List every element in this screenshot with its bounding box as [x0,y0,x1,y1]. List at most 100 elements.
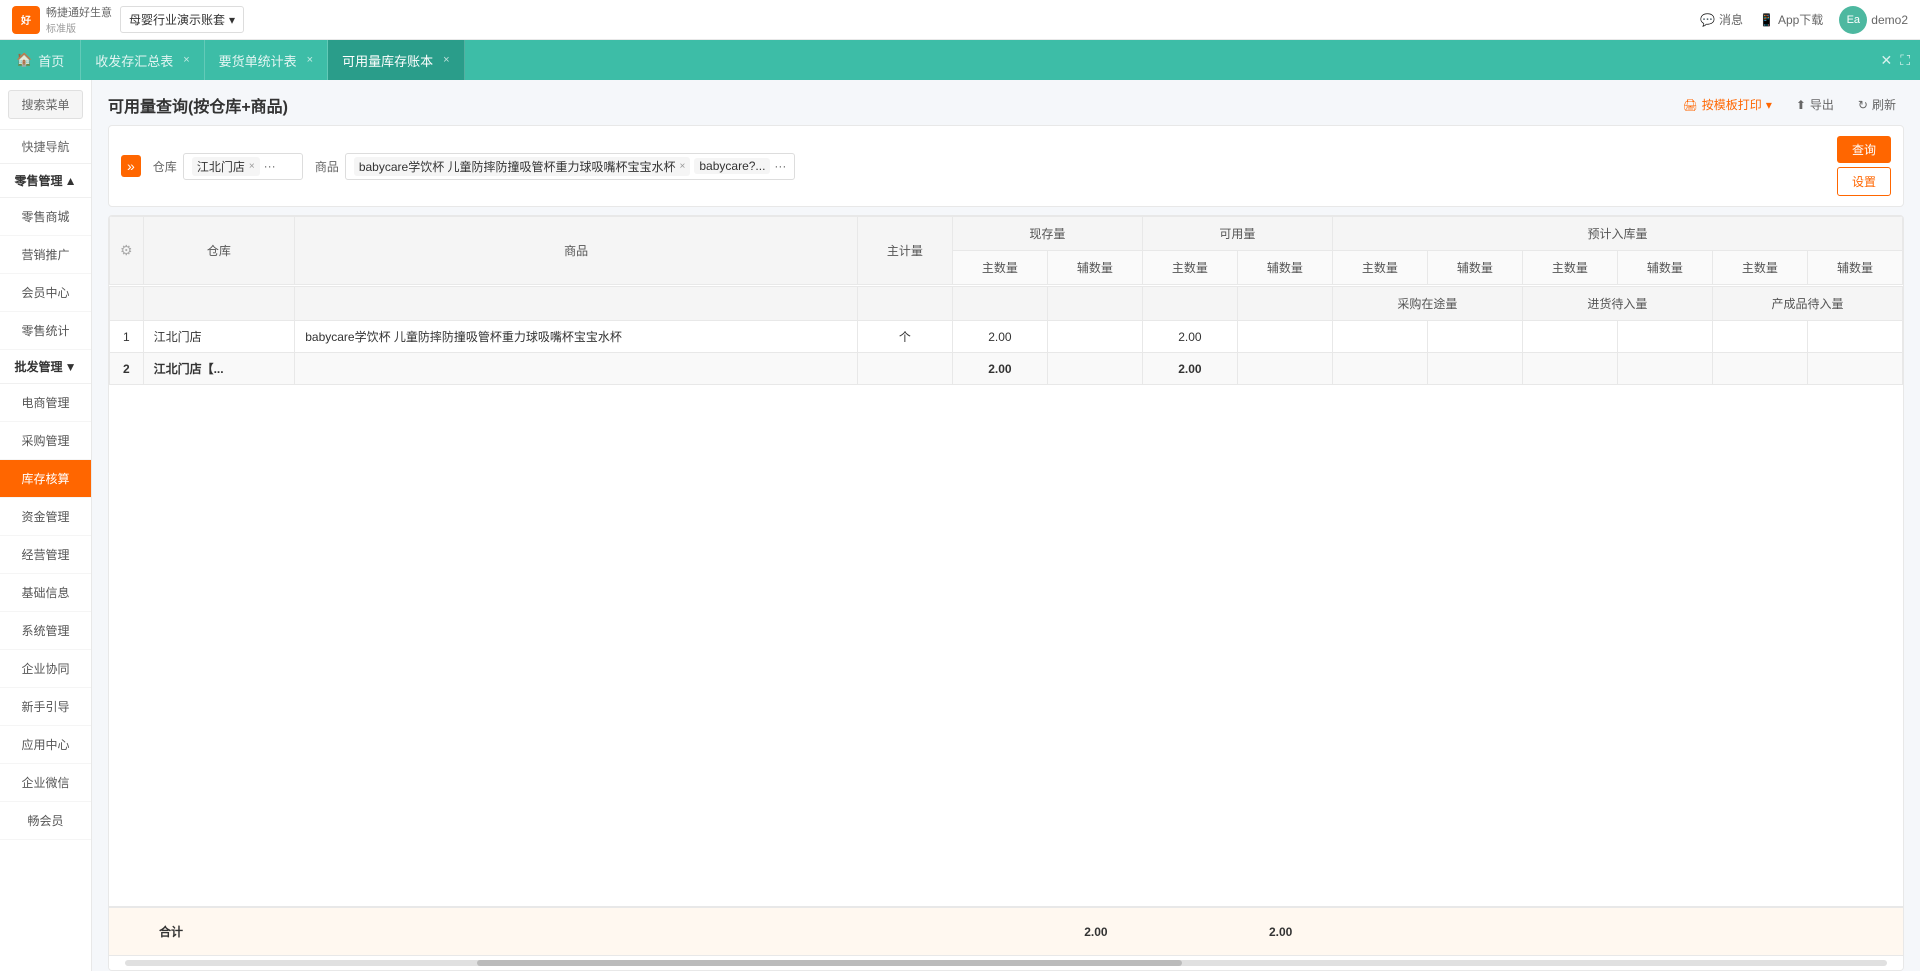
sidebar-item-business-mgmt-label: 经营管理 [21,546,69,563]
window-close-btn[interactable]: ✕ [1880,52,1892,69]
sidebar-item-member-vip[interactable]: 畅会员 [0,802,91,840]
sidebar-item-enterprise-wechat[interactable]: 企业微信 [0,764,91,802]
sidebar-item-member-vip-label: 畅会员 [27,812,63,829]
sidebar-item-wholesale-mgmt[interactable]: 批发管理 ▼ [0,350,91,384]
product-tag1-remove[interactable]: × [680,161,686,172]
th-settings[interactable]: ⚙ [110,217,144,285]
footer-p5 [1733,916,1813,947]
tab-home[interactable]: 🏠 首页 [0,40,81,80]
filter-settings-btn[interactable]: 设置 [1837,167,1891,196]
logo: 好 畅捷通好生意 标准版 [12,4,112,35]
search-menu-btn[interactable]: 搜索菜单 [8,90,83,119]
td-row1-purchase-main [1332,321,1427,353]
footer-label: 合计 [149,916,269,947]
td-row1-avail-aux [1237,321,1332,353]
query-btn[interactable]: 查询 [1837,136,1891,163]
sidebar-item-new-guide[interactable]: 新手引导 [0,688,91,726]
print-btn[interactable]: 🖨 按模板打印 ▾ [1675,92,1780,117]
scroll-thumb[interactable] [477,960,1182,966]
td-row1-incoming-main [1522,321,1617,353]
product-tag1: babycare学饮杯 儿童防摔防撞吸管杯重力球吸嘴杯宝宝水杯 × [354,157,691,176]
logo-text: 畅捷通好生意 [46,4,112,20]
td-row1-index: 1 [110,321,144,353]
sidebar-item-retail-mall[interactable]: 零售商城 [0,198,91,236]
table-scroll-area[interactable]: ⚙ 仓库 商品 主计量 现存量 可用量 预计入库量 主数量 辅数量 [109,216,1903,906]
sidebar-item-app-center[interactable]: 应用中心 [0,726,91,764]
top-bar-right: 💬 消息 📱 App下载 Ea demo2 [1700,6,1908,34]
industry-selector[interactable]: 母婴行业演示账套 ▾ [120,6,244,33]
sidebar-item-inventory-check[interactable]: 库存核算 [0,460,91,498]
sidebar-item-basic-info-label: 基础信息 [21,584,69,601]
chevron-down-icon: ▾ [229,13,235,27]
page-header: 可用量查询(按仓库+商品) 🖨 按模板打印 ▾ ⬆ 导出 ↻ 刷新 [92,80,1920,125]
sidebar-item-retail-mall-label: 零售商城 [21,208,69,225]
export-icon: ⬆ [1796,98,1806,112]
td-row2-incoming-aux [1617,353,1712,385]
footer-avail-main: 2.00 [1228,916,1333,947]
th-incoming-pending-aux: 辅数量 [1617,251,1712,285]
th-product-pending: 产成品待入量 [1712,287,1902,321]
td-row1-incoming-aux [1617,321,1712,353]
th-current-stock: 现存量 [952,217,1142,251]
sidebar-item-purchase-mgmt[interactable]: 采购管理 [0,422,91,460]
th-current-main-qty: 主数量 [952,251,1047,285]
tab-receipt-summary-close[interactable]: × [183,54,189,66]
th-available-aux-qty: 辅数量 [1237,251,1332,285]
industry-label: 母婴行业演示账套 [129,11,225,28]
tab-order-stats-close[interactable]: × [307,54,313,66]
horizontal-scrollbar[interactable] [109,955,1903,970]
chevron-down-icon: ▾ [1766,98,1772,112]
user-menu[interactable]: Ea demo2 [1839,6,1908,34]
td-row2-product-aux [1807,353,1902,385]
product-more-btn[interactable]: ··· [774,159,786,173]
sidebar-item-system-mgmt[interactable]: 系统管理 [0,612,91,650]
tab-available-stock[interactable]: 可用量库存账本 × [328,40,464,80]
warehouse-remove-icon[interactable]: × [249,161,255,172]
th-sub-product-spacer [295,287,858,321]
top-bar-left: 好 畅捷通好生意 标准版 母婴行业演示账套 ▾ [12,4,244,35]
warehouse-tag: 江北门店 × [192,157,260,176]
warehouse-more-btn[interactable]: ··· [264,159,276,173]
th-sub-avail-aux [1237,287,1332,321]
app-download-btn[interactable]: 📱 App下载 [1759,11,1823,28]
quick-nav-btn[interactable]: 快捷导航 [0,130,91,164]
th-sub-curr-main [952,287,1047,321]
avatar-text: Ea [1847,14,1860,26]
product-tag2: babycare?... [694,158,770,174]
sidebar-item-enterprise-collab[interactable]: 企业协同 [0,650,91,688]
th-sub-avail-main [1142,287,1237,321]
sidebar-item-ecommerce[interactable]: 电商管理 [0,384,91,422]
sidebar-item-retail-mgmt[interactable]: 零售管理 ▲ [0,164,91,198]
messages-label: 消息 [1719,11,1743,28]
warehouse-input[interactable]: 江北门店 × ··· [183,153,303,180]
window-expand-btn[interactable]: ⛶ [1900,52,1910,69]
tab-receipt-summary-label: 收发存汇总表 [95,51,173,70]
sidebar-item-business-mgmt[interactable]: 经营管理 [0,536,91,574]
tab-receipt-summary[interactable]: 收发存汇总表 × [81,40,204,80]
th-product: 商品 [295,217,858,285]
td-row2-avail-main: 2.00 [1142,353,1237,385]
refresh-btn[interactable]: ↻ 刷新 [1850,92,1904,117]
footer-curr-aux [1148,916,1228,947]
footer-p4 [1653,916,1733,947]
sidebar-item-purchase-mgmt-label: 采购管理 [21,432,69,449]
filter-toggle-btn[interactable]: » [121,155,141,177]
td-row2-purchase-aux [1427,353,1522,385]
footer-product-spacer [269,916,994,947]
warehouse-label: 仓库 [153,158,177,175]
sidebar-item-retail-stats[interactable]: 零售统计 [0,312,91,350]
sidebar-item-ecommerce-label: 电商管理 [21,394,69,411]
tab-available-stock-close[interactable]: × [443,54,449,66]
sidebar-item-enterprise-collab-label: 企业协同 [21,660,69,677]
sidebar-item-finance-mgmt[interactable]: 资金管理 [0,498,91,536]
settings-icon: ⚙ [120,242,133,258]
sidebar-item-member-center[interactable]: 会员中心 [0,274,91,312]
messages-btn[interactable]: 💬 消息 [1700,11,1743,28]
sidebar-item-basic-info[interactable]: 基础信息 [0,574,91,612]
export-btn[interactable]: ⬆ 导出 [1788,92,1842,117]
tab-order-stats[interactable]: 要货单统计表 × [205,40,328,80]
product-input[interactable]: babycare学饮杯 儿童防摔防撞吸管杯重力球吸嘴杯宝宝水杯 × babyca… [345,153,796,180]
th-available: 可用量 [1142,217,1332,251]
home-icon: 🏠 [16,52,32,68]
sidebar-item-marketing[interactable]: 营销推广 [0,236,91,274]
